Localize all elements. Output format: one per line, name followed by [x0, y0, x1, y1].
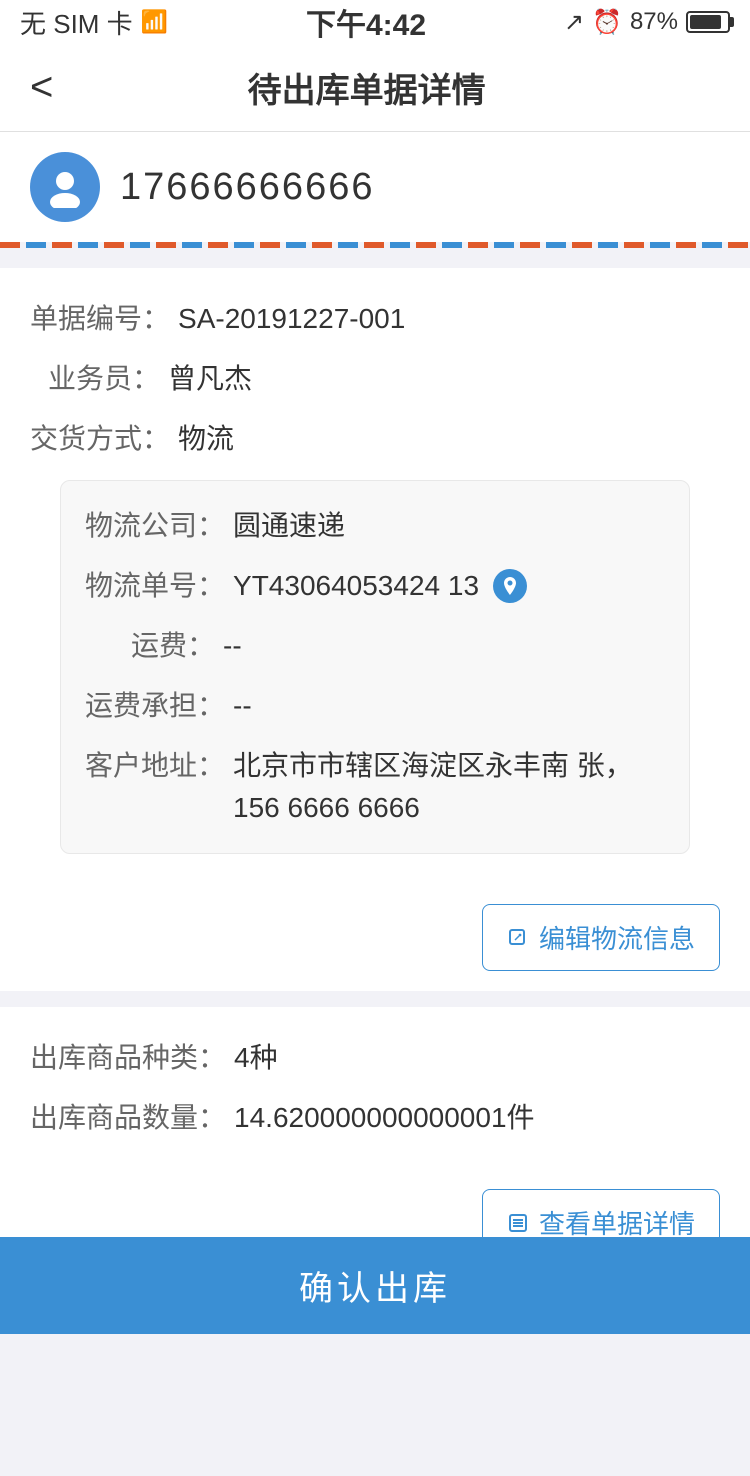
- edit-button-label: 编辑物流信息: [539, 919, 695, 956]
- delivery-value: 物流: [178, 418, 720, 460]
- confirm-button[interactable]: 确认出库: [0, 1237, 750, 1334]
- product-types-label: 出库商品种类：: [30, 1037, 226, 1079]
- freight-row: 运费： --: [85, 625, 665, 667]
- logistics-company-row: 物流公司： 圆通速递: [85, 505, 665, 547]
- product-quantity-label: 出库商品数量：: [30, 1097, 226, 1139]
- freight-label: 运费：: [85, 625, 215, 667]
- product-types-value: 4种: [234, 1037, 720, 1079]
- battery-percent: 87%: [630, 8, 678, 36]
- salesman-row: 业务员： 曾凡杰: [30, 358, 720, 400]
- status-bar: 无 SIM 卡 📶 下午4:42 ↗ ⏰ 87%: [0, 0, 750, 44]
- sim-label: 无 SIM 卡: [20, 4, 133, 41]
- address-value: 北京市市辖区海淀区永丰南 张，156 6666 6666: [233, 745, 665, 829]
- logistics-company-label: 物流公司：: [85, 505, 225, 547]
- user-phone: 17666666666: [120, 166, 374, 209]
- avatar-icon: [44, 166, 86, 208]
- alarm-icon: ⏰: [592, 8, 622, 37]
- salesman-value: 曾凡杰: [168, 358, 720, 400]
- delivery-row: 交货方式： 物流: [30, 418, 720, 460]
- product-types-row: 出库商品种类： 4种: [30, 1037, 720, 1079]
- address-row: 客户地址： 北京市市辖区海淀区永丰南 张，156 6666 6666: [85, 745, 665, 829]
- order-no-row: 单据编号： SA-20191227-001: [30, 298, 720, 340]
- order-info-section: 单据编号： SA-20191227-001 业务员： 曾凡杰 交货方式： 物流 …: [0, 268, 750, 884]
- location-status-icon: ↗: [564, 8, 584, 37]
- freight-bearer-value: --: [233, 685, 665, 727]
- product-section: 出库商品种类： 4种 出库商品数量： 14.620000000000001件: [0, 1007, 750, 1169]
- tracking-no-row: 物流单号： YT43064053424 13: [85, 565, 665, 607]
- location-icon[interactable]: [493, 569, 527, 603]
- status-time: 下午4:42: [306, 0, 426, 44]
- edit-button-row: 编辑物流信息: [0, 884, 750, 991]
- confirm-button-label: 确认出库: [299, 1270, 451, 1308]
- view-detail-label: 查看单据详情: [539, 1204, 695, 1241]
- avatar: [30, 152, 100, 222]
- edit-logistics-button[interactable]: 编辑物流信息: [482, 904, 720, 971]
- address-label: 客户地址：: [85, 745, 225, 787]
- freight-bearer-label: 运费承担：: [85, 685, 225, 727]
- product-quantity-row: 出库商品数量： 14.620000000000001件: [30, 1097, 720, 1139]
- user-header: 17666666666: [0, 132, 750, 242]
- edit-icon: [507, 927, 529, 949]
- wifi-icon: 📶: [141, 9, 168, 35]
- tracking-no-label: 物流单号：: [85, 565, 225, 607]
- logistics-company-value: 圆通速递: [233, 505, 665, 547]
- tracking-no-value: YT43064053424 13: [233, 565, 665, 607]
- status-right: ↗ ⏰ 87%: [564, 8, 730, 37]
- dashed-divider: [0, 242, 750, 248]
- status-left: 无 SIM 卡 📶: [20, 4, 168, 41]
- freight-bearer-row: 运费承担： --: [85, 685, 665, 727]
- delivery-label: 交货方式：: [30, 418, 170, 460]
- section-divider-1: [0, 991, 750, 1007]
- freight-value: --: [223, 625, 665, 667]
- product-quantity-value: 14.620000000000001件: [234, 1097, 720, 1139]
- salesman-label: 业务员：: [30, 358, 160, 400]
- list-icon: [507, 1212, 529, 1234]
- page-title: 待出库单据详情: [73, 63, 660, 112]
- nav-bar: < 待出库单据详情: [0, 44, 750, 132]
- back-button[interactable]: <: [30, 65, 73, 110]
- battery-icon: [686, 11, 730, 33]
- order-no-label: 单据编号：: [30, 298, 170, 340]
- logistics-card: 物流公司： 圆通速递 物流单号： YT43064053424 13 运费： --…: [60, 480, 690, 854]
- order-no-value: SA-20191227-001: [178, 298, 720, 340]
